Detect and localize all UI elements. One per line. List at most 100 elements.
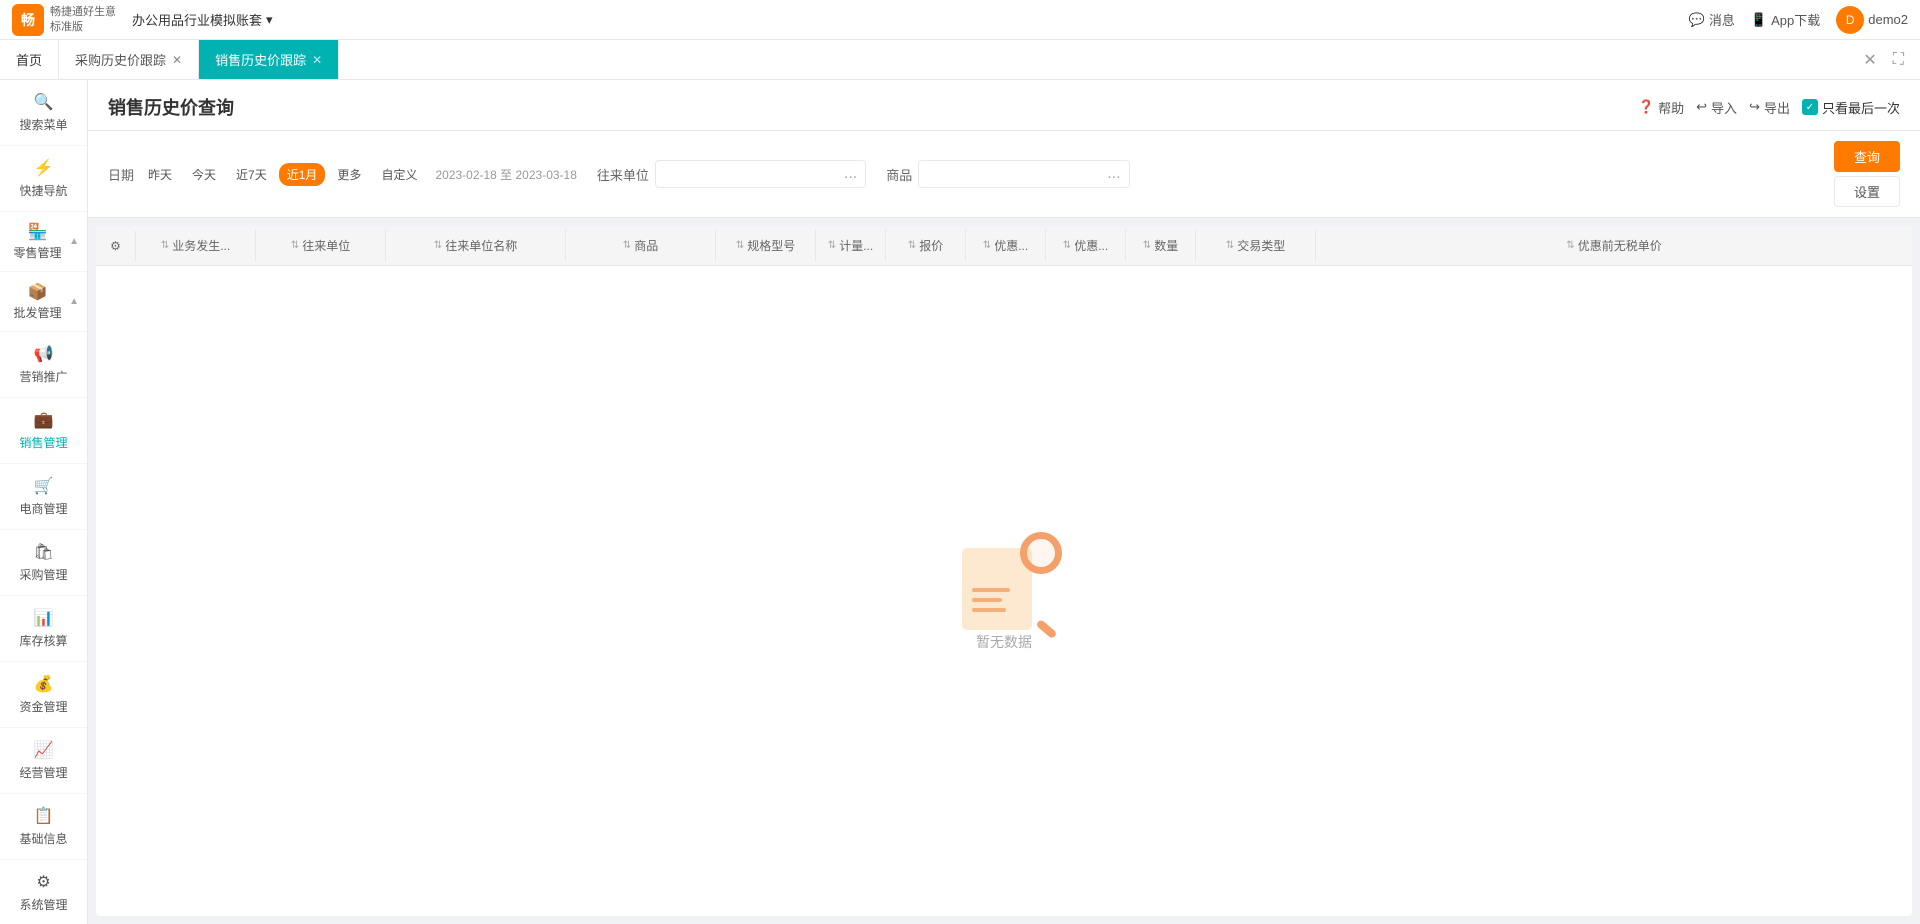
maximize-icon[interactable]: ⛶ — [1889, 47, 1908, 73]
th-unit-name[interactable]: ⇅ 往来单位名称 — [386, 229, 566, 262]
logo-box: 畅 畅捷通好生意 标准版 — [12, 4, 116, 36]
th-unit-code[interactable]: ⇅ 往来单位 — [256, 229, 386, 262]
th-trade-type[interactable]: ⇅ 交易类型 — [1196, 229, 1316, 262]
sales-icon: 💼 — [34, 410, 54, 430]
sidebar-item-system[interactable]: ⚙ 系统管理 — [0, 860, 87, 924]
search-icon: 🔍 — [34, 92, 54, 112]
message-btn[interactable]: 💬 消息 — [1689, 10, 1735, 29]
page-title: 销售历史价查询 — [108, 94, 234, 120]
sort-unit-icon: ⇅ — [828, 240, 836, 251]
partner-label: 往来单位 — [597, 165, 649, 184]
partner-input-box: ... — [655, 160, 866, 188]
date-pill-yesterday[interactable]: 昨天 — [140, 163, 180, 186]
date-pills: 昨天 今天 近7天 近1月 更多 自定义 — [140, 163, 425, 186]
filter-action-buttons: 查询 设置 — [1834, 141, 1900, 207]
wholesale-icon: 📦 — [28, 282, 48, 302]
date-pill-today[interactable]: 今天 — [184, 163, 224, 186]
import-icon: ↩ — [1696, 99, 1707, 115]
sidebar-item-ecommerce[interactable]: 🛒 电商管理 — [0, 464, 87, 530]
partner-input[interactable] — [664, 167, 840, 182]
tab-home[interactable]: 首页 — [0, 40, 59, 79]
sidebar-item-finance[interactable]: 💰 资金管理 — [0, 662, 87, 728]
quick-nav-icon: ⚡ — [34, 158, 54, 178]
table-header: ⚙ ⇅ 业务发生... ⇅ 往来单位 ⇅ 往来单位名称 ⇅ 商品 — [96, 226, 1912, 266]
close-tab-icon[interactable]: ✕ — [1859, 46, 1880, 74]
query-button[interactable]: 查询 — [1834, 141, 1900, 172]
app-download-btn[interactable]: 📱 App下载 — [1751, 10, 1820, 29]
product-label: 商品 — [886, 165, 912, 184]
import-btn[interactable]: ↩ 导入 — [1696, 98, 1737, 117]
table-container: ⚙ ⇅ 业务发生... ⇅ 往来单位 ⇅ 往来单位名称 ⇅ 商品 — [96, 226, 1912, 916]
chevron-retail-icon: ▲ — [69, 236, 79, 247]
th-spec[interactable]: ⇅ 规格型号 — [716, 229, 816, 262]
sidebar-item-operation[interactable]: 📈 经营管理 — [0, 728, 87, 794]
sidebar-item-quick-nav[interactable]: ⚡ 快捷导航 — [0, 146, 87, 212]
sidebar-item-marketing[interactable]: 📢 营销推广 — [0, 332, 87, 398]
checkbox-icon: ✓ — [1802, 99, 1818, 115]
product-input-box: ... — [918, 160, 1129, 188]
basic-info-icon: 📋 — [34, 806, 54, 826]
product-filter-group: 商品 ... — [886, 160, 1129, 188]
th-product[interactable]: ⇅ 商品 — [566, 229, 716, 262]
sort-unit-name-icon: ⇅ — [434, 240, 442, 251]
inventory-icon: 📊 — [34, 608, 54, 628]
th-notax-price[interactable]: ⇅ 优惠前无税单价 — [1316, 229, 1912, 262]
tab-sales-history[interactable]: 销售历史价跟踪 ✕ — [199, 40, 339, 79]
th-gear[interactable]: ⚙ — [96, 231, 136, 261]
sidebar-item-purchase[interactable]: 🛍 采购管理 — [0, 530, 87, 596]
sort-discount-rate-icon: ⇅ — [983, 240, 991, 251]
product-input[interactable] — [927, 167, 1103, 182]
sort-notax-price-icon: ⇅ — [1566, 240, 1574, 251]
logo-icon: 畅 — [12, 4, 44, 36]
export-icon: ↪ — [1749, 99, 1760, 115]
date-pill-more[interactable]: 更多 — [329, 163, 369, 186]
sort-product-icon: ⇅ — [623, 240, 631, 251]
partner-dots-icon[interactable]: ... — [844, 165, 857, 183]
date-pill-custom[interactable]: 自定义 — [373, 163, 425, 186]
app-selector[interactable]: 办公用品行业模拟账套 ▾ — [124, 6, 281, 33]
user-btn[interactable]: D demo2 — [1836, 6, 1908, 34]
settings-button[interactable]: 设置 — [1834, 176, 1900, 207]
tab-purchase-history[interactable]: 采购历史价跟踪 ✕ — [59, 40, 199, 79]
th-quote[interactable]: ⇅ 报价 — [886, 229, 966, 262]
sort-spec-icon: ⇅ — [736, 240, 744, 251]
export-btn[interactable]: ↪ 导出 — [1749, 98, 1790, 117]
help-icon: ❓ — [1638, 99, 1654, 115]
finance-icon: 💰 — [34, 674, 54, 694]
sidebar-item-inventory[interactable]: 📊 库存核算 — [0, 596, 87, 662]
empty-state: 暂无数据 — [96, 266, 1912, 916]
th-qty[interactable]: ⇅ 数量 — [1126, 229, 1196, 262]
empty-illustration — [954, 530, 1054, 620]
th-biz-date[interactable]: ⇅ 业务发生... — [136, 229, 256, 262]
date-pill-last7days[interactable]: 近7天 — [228, 163, 275, 186]
chevron-down-icon: ▾ — [266, 12, 273, 28]
page-header: 销售历史价查询 ❓ 帮助 ↩ 导入 ↪ 导出 ✓ 只看最后一次 — [88, 80, 1920, 131]
sidebar: 🔍 搜索菜单 ⚡ 快捷导航 🏪 零售管理 ▲ 📦 批发管理 ▲ 📢 营销推广 — [0, 80, 88, 924]
topbar: 畅 畅捷通好生意 标准版 办公用品行业模拟账套 ▾ 💬 消息 📱 App下载 D… — [0, 0, 1920, 40]
th-discount-amt[interactable]: ⇅ 优惠... — [1046, 229, 1126, 262]
sidebar-item-search-menu[interactable]: 🔍 搜索菜单 — [0, 80, 87, 146]
sort-quote-icon: ⇅ — [908, 240, 916, 251]
topbar-right: 💬 消息 📱 App下载 D demo2 — [1689, 6, 1908, 34]
partner-filter-group: 往来单位 ... — [597, 160, 866, 188]
close-sales-tab-icon[interactable]: ✕ — [312, 53, 322, 67]
sidebar-item-retail[interactable]: 🏪 零售管理 ▲ — [0, 212, 87, 272]
marketing-icon: 📢 — [34, 344, 54, 364]
help-btn[interactable]: ❓ 帮助 — [1638, 98, 1684, 117]
sidebar-item-wholesale[interactable]: 📦 批发管理 ▲ — [0, 272, 87, 332]
product-dots-icon[interactable]: ... — [1107, 165, 1120, 183]
gear-icon: ⚙ — [110, 239, 121, 253]
message-icon: 💬 — [1689, 12, 1705, 28]
th-calc-unit[interactable]: ⇅ 计量... — [816, 229, 886, 262]
sidebar-item-sales[interactable]: 💼 销售管理 — [0, 398, 87, 464]
empty-text: 暂无数据 — [976, 632, 1032, 652]
sort-trade-type-icon: ⇅ — [1226, 240, 1234, 251]
download-icon: 📱 — [1751, 12, 1767, 28]
close-purchase-tab-icon[interactable]: ✕ — [172, 53, 182, 67]
only-last-checkbox[interactable]: ✓ 只看最后一次 — [1802, 98, 1900, 117]
filter-bar: 日期 昨天 今天 近7天 近1月 更多 自定义 2023-02-18 至 202… — [88, 131, 1920, 218]
tabbar-actions: ✕ ⛶ — [1859, 40, 1920, 79]
date-pill-last1month[interactable]: 近1月 — [279, 163, 326, 186]
th-discount-rate[interactable]: ⇅ 优惠... — [966, 229, 1046, 262]
sidebar-item-basic-info[interactable]: 📋 基础信息 — [0, 794, 87, 860]
